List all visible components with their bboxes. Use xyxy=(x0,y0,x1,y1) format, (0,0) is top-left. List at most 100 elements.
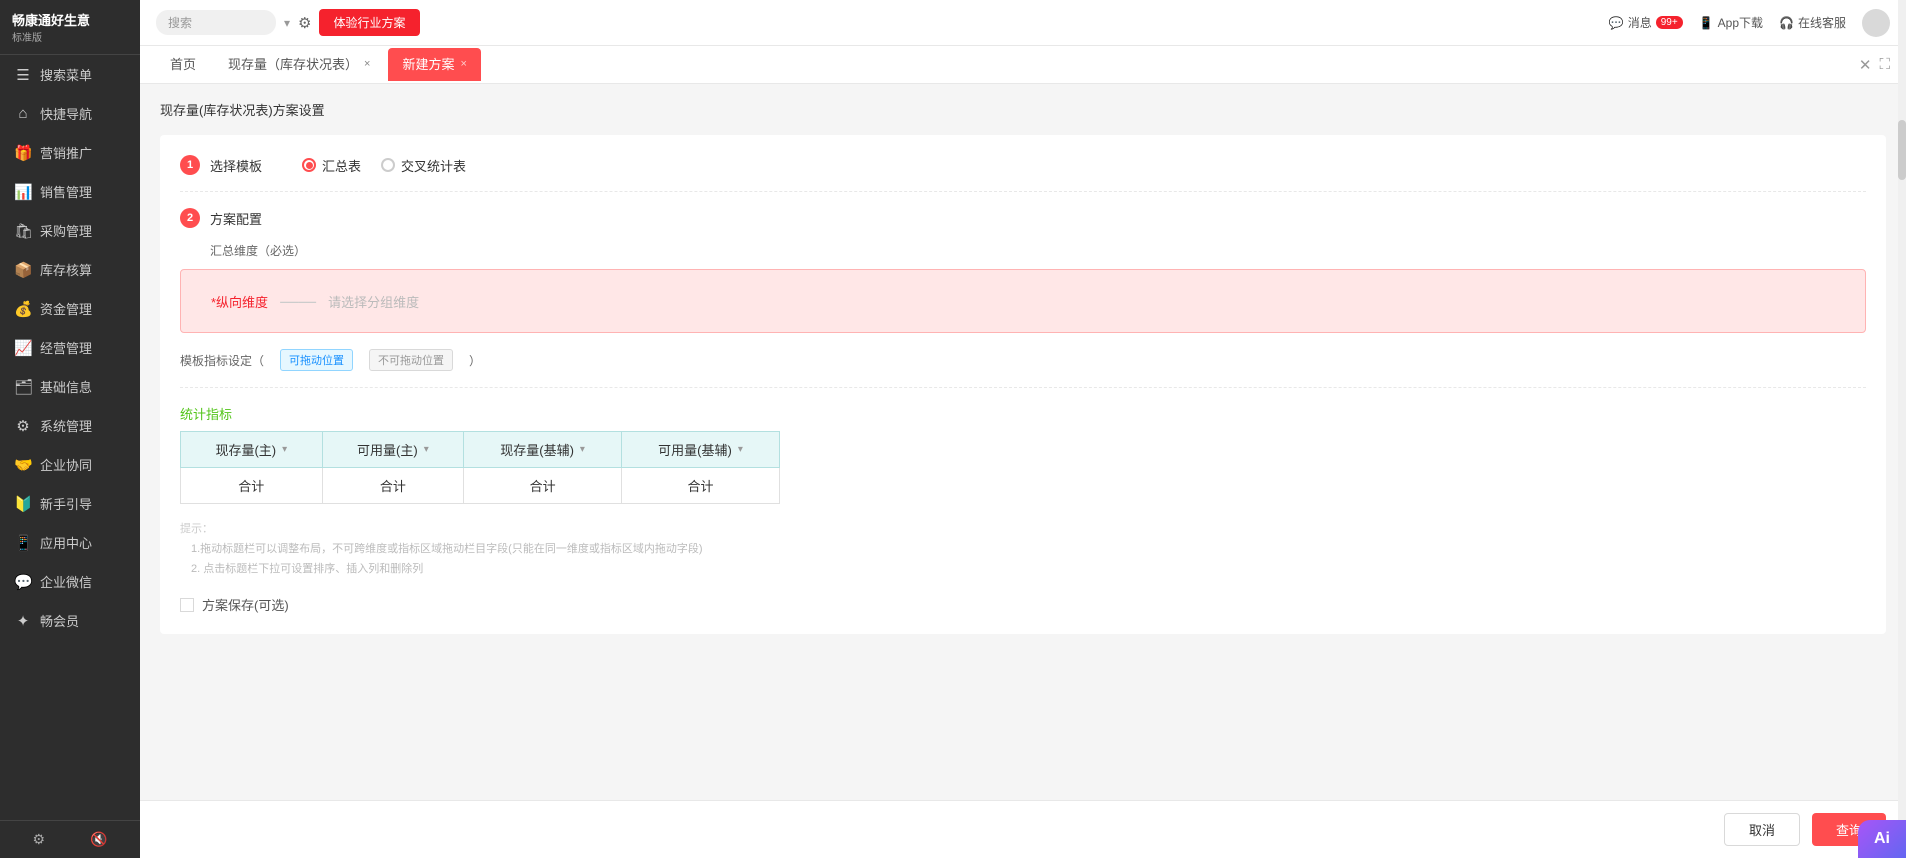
sidebar-logo: 畅康通好生意 标准版 xyxy=(0,0,140,55)
sidebar-label-quick-nav: 快捷导航 xyxy=(40,104,92,123)
sidebar-label-marketing: 营销推广 xyxy=(40,143,92,162)
table-row: 合计 合计 合计 合计 xyxy=(181,468,780,504)
topbar-trial-button[interactable]: 体验行业方案 xyxy=(319,9,419,36)
app-download-icon: 📱 xyxy=(1699,16,1714,30)
user-avatar[interactable] xyxy=(1862,9,1890,37)
sidebar-item-search-menu[interactable]: ☰ 搜索菜单 xyxy=(0,55,140,94)
tab-home[interactable]: 首页 xyxy=(156,48,210,81)
radio-crosstab[interactable]: 交叉统计表 xyxy=(381,156,466,175)
sidebar-item-inventory[interactable]: 📦 库存核算 xyxy=(0,250,140,289)
tab-bar-close-icon[interactable]: ✕ xyxy=(1859,56,1872,74)
topbar-app-download[interactable]: 📱 App下载 xyxy=(1699,14,1763,31)
sidebar-label-sales: 销售管理 xyxy=(40,182,92,201)
sidebar-sound-icon[interactable]: 🔇 xyxy=(90,831,107,848)
dimension-config-label: 汇总维度（必选） xyxy=(210,242,1866,259)
sidebar-item-marketing[interactable]: 🎁 营销推广 xyxy=(0,133,140,172)
stats-header-1-chevron[interactable]: ▾ xyxy=(424,444,429,455)
topbar-online-service[interactable]: 🎧 在线客服 xyxy=(1779,14,1846,31)
stats-table: 现存量(主) ▾ 可用量(主) ▾ 现存量(基辅 xyxy=(180,431,780,504)
tab-new-scheme-close[interactable]: × xyxy=(460,58,466,70)
scheme-settings-card: 1 选择模板 汇总表 交叉统计表 2 方案配置 xyxy=(160,135,1886,634)
tab-home-label: 首页 xyxy=(170,54,196,73)
ai-fab-button[interactable]: Ai xyxy=(1858,820,1906,858)
sidebar-item-finance[interactable]: 💰 资金管理 xyxy=(0,289,140,328)
indicator-settings-row: 模板指标设定（ 可拖动位置 不可拖动位置 ） xyxy=(180,349,1866,371)
hint-item-1: 1.拖动标题栏可以调整布局，不可跨维度或指标区域拖动栏目字段(只能在同一维度或指… xyxy=(180,540,1866,560)
stats-header-3-chevron[interactable]: ▾ xyxy=(738,444,743,455)
sidebar-icon-sales: 📊 xyxy=(14,183,32,201)
tab-new-scheme[interactable]: 新建方案 × xyxy=(388,48,480,81)
sidebar-label-basic-info: 基础信息 xyxy=(40,377,92,396)
topbar-dropdown-icon[interactable]: ▾ xyxy=(284,16,290,30)
stats-header-2[interactable]: 现存量(基辅) ▾ xyxy=(464,432,622,468)
cancel-button[interactable]: 取消 xyxy=(1724,813,1800,846)
radio-summary-label: 汇总表 xyxy=(322,156,361,175)
step1-badge: 1 xyxy=(180,155,200,175)
sidebar-item-app-center[interactable]: 📱 应用中心 xyxy=(0,523,140,562)
sidebar-item-enterprise[interactable]: 🤝 企业协同 xyxy=(0,445,140,484)
sidebar-label-wechat: 企业微信 xyxy=(40,572,92,591)
save-checkbox[interactable] xyxy=(180,598,194,612)
topbar-left: 搜索 ▾ ⚙ 体验行业方案 xyxy=(156,9,1599,36)
non-draggable-tag: 不可拖动位置 xyxy=(369,349,453,371)
indicator-settings-close-paren: ） xyxy=(469,352,481,369)
stats-cell-0-1: 合计 xyxy=(322,468,464,504)
message-badge: 99+ xyxy=(1656,16,1683,29)
online-service-label: 在线客服 xyxy=(1798,14,1846,31)
message-label: 消息 xyxy=(1628,14,1652,31)
sidebar-item-system[interactable]: ⚙ 系统管理 xyxy=(0,406,140,445)
stats-header-3[interactable]: 可用量(基辅) ▾ xyxy=(622,432,780,468)
stats-cell-0-2: 合计 xyxy=(464,468,622,504)
step1-title: 选择模板 xyxy=(210,156,262,175)
indicator-settings-label: 模板指标设定（ xyxy=(180,352,264,369)
save-option: 方案保存(可选) xyxy=(180,595,1866,614)
sidebar-item-quick-nav[interactable]: ⌂ 快捷导航 xyxy=(0,94,140,133)
stats-cell-0-3: 合计 xyxy=(622,468,780,504)
dimension-box[interactable]: *纵向维度 —— 请选择分组维度 xyxy=(180,269,1866,333)
scroll-thumb[interactable] xyxy=(1898,120,1906,180)
sidebar-item-newbie[interactable]: 🔰 新手引导 xyxy=(0,484,140,523)
online-service-icon: 🎧 xyxy=(1779,16,1794,30)
step2-header: 2 方案配置 xyxy=(180,208,1866,228)
sidebar: 畅康通好生意 标准版 ☰ 搜索菜单 ⌂ 快捷导航 🎁 营销推广 📊 销售管理 🛍… xyxy=(0,0,140,858)
sidebar-item-purchase[interactable]: 🛍 采购管理 xyxy=(0,211,140,250)
stats-header-0[interactable]: 现存量(主) ▾ xyxy=(181,432,323,468)
step2-badge: 2 xyxy=(180,208,200,228)
sidebar-icon-basic-info: 🗂 xyxy=(14,378,32,396)
topbar-search-bar[interactable]: 搜索 xyxy=(156,10,276,35)
tab-bar: 首页 现存量（库存状况表） × 新建方案 × ✕ ⛶ xyxy=(140,46,1906,84)
sidebar-item-operations[interactable]: 📈 经营管理 xyxy=(0,328,140,367)
sidebar-label-search-menu: 搜索菜单 xyxy=(40,65,92,84)
sidebar-item-wechat[interactable]: 💬 企业微信 xyxy=(0,562,140,601)
tab-bar-expand-icon[interactable]: ⛶ xyxy=(1879,56,1890,74)
sidebar-icon-quick-nav: ⌂ xyxy=(14,105,32,122)
sidebar-nav: ☰ 搜索菜单 ⌂ 快捷导航 🎁 营销推广 📊 销售管理 🛍 采购管理 📦 库存核… xyxy=(0,55,140,820)
stats-header-3-label: 可用量(基辅) xyxy=(658,440,732,459)
brand-sub: 标准版 xyxy=(12,29,128,44)
action-bar: 取消 查询 xyxy=(140,800,1906,858)
main-area: 搜索 ▾ ⚙ 体验行业方案 💬 消息 99+ 📱 App下载 🎧 在线客服 xyxy=(140,0,1906,858)
sidebar-item-basic-info[interactable]: 🗂 基础信息 xyxy=(0,367,140,406)
tab-inventory-status[interactable]: 现存量（库存状况表） × xyxy=(214,48,384,81)
sidebar-item-sales[interactable]: 📊 销售管理 xyxy=(0,172,140,211)
sidebar-label-enterprise: 企业协同 xyxy=(40,455,92,474)
sidebar-icon-purchase: 🛍 xyxy=(14,222,32,240)
topbar-message[interactable]: 💬 消息 99+ xyxy=(1609,14,1683,31)
sidebar-settings-icon[interactable]: ⚙ xyxy=(33,831,46,848)
radio-summary[interactable]: 汇总表 xyxy=(302,156,361,175)
brand-name: 畅康通好生意 xyxy=(12,10,128,29)
topbar-settings-icon[interactable]: ⚙ xyxy=(298,14,311,32)
sidebar-icon-vip: ✦ xyxy=(14,612,32,630)
sidebar-label-app-center: 应用中心 xyxy=(40,533,92,552)
stats-header-1[interactable]: 可用量(主) ▾ xyxy=(322,432,464,468)
tab-inventory-status-close[interactable]: × xyxy=(364,58,370,70)
sidebar-item-vip[interactable]: ✦ 畅会员 xyxy=(0,601,140,640)
sidebar-label-system: 系统管理 xyxy=(40,416,92,435)
sidebar-icon-system: ⚙ xyxy=(14,417,32,435)
sidebar-label-finance: 资金管理 xyxy=(40,299,92,318)
stats-header-0-label: 现存量(主) xyxy=(215,440,276,459)
stats-header-2-chevron[interactable]: ▾ xyxy=(580,444,585,455)
stats-header-0-chevron[interactable]: ▾ xyxy=(282,444,287,455)
topbar-right: 💬 消息 99+ 📱 App下载 🎧 在线客服 xyxy=(1609,9,1890,37)
sidebar-label-inventory: 库存核算 xyxy=(40,260,92,279)
